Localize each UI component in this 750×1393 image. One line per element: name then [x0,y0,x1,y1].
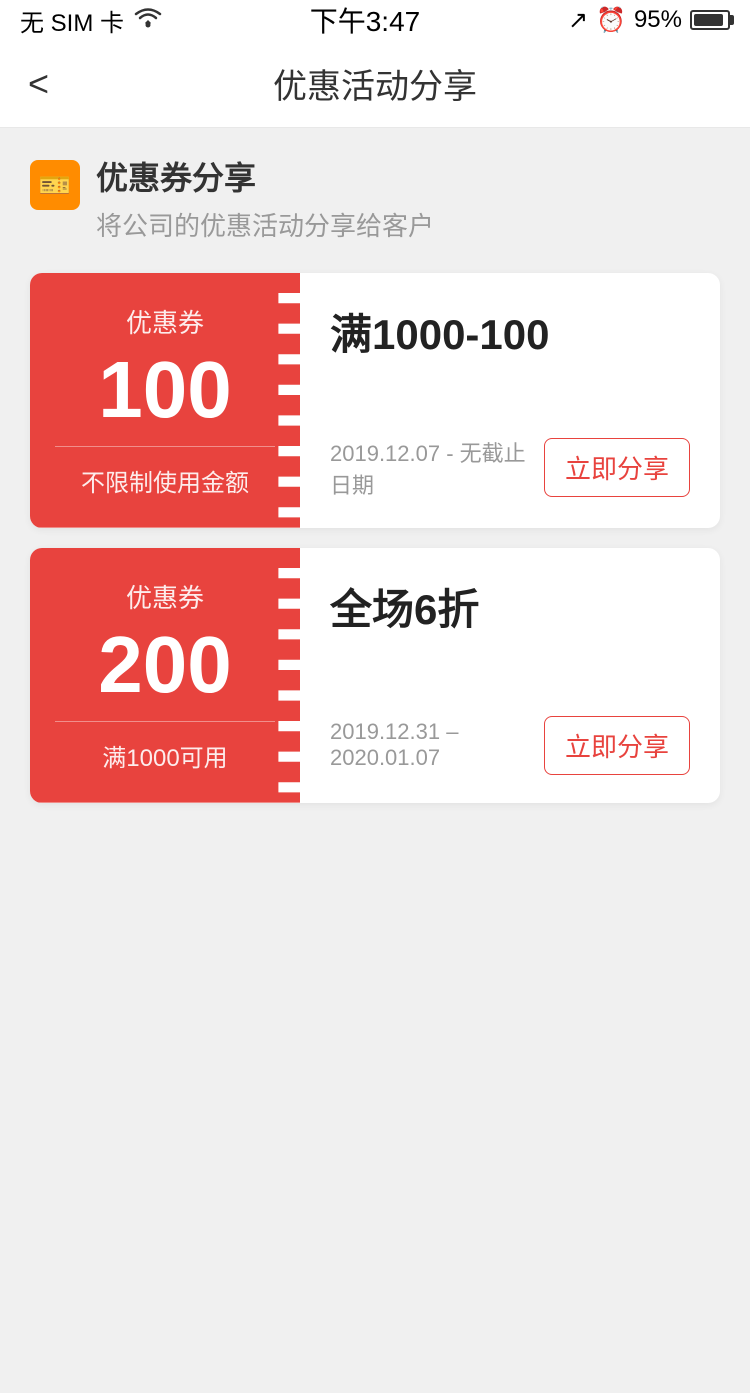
section-subtitle: 将公司的优惠活动分享给客户 [96,206,434,243]
coupon-amount-2: 200 [98,625,231,705]
section-icon: 🎫 [30,160,80,210]
coupon-left-2: 优惠券 200 满1000可用 [30,548,300,803]
status-bar-right: ↗ ⏰ 95% [568,6,730,35]
coupon-name-2: 全场6折 [330,576,690,637]
coupon-date-2: 2019.12.31 – 2020.01.07 [330,719,534,771]
coupon-right-1: 满1000-100 2019.12.07 - 无截止日期 立即分享 [300,273,720,528]
time-label: 下午3:47 [310,0,421,40]
coupon-divider-2 [55,721,275,722]
page-title: 优惠活动分享 [273,59,477,108]
section-title: 优惠券分享 [96,158,434,200]
status-bar: 无 SIM 卡 下午3:47 ↗ ⏰ 95% [0,0,750,40]
nav-bar: < 优惠活动分享 [0,40,750,128]
empty-space [0,833,750,1393]
share-button-1[interactable]: 立即分享 [544,438,690,497]
coupon-icon: 🎫 [39,170,71,201]
coupon-bottom-1: 2019.12.07 - 无截止日期 立即分享 [330,436,690,500]
coupon-amount-1: 100 [98,350,231,430]
coupon-card-1: 优惠券 100 不限制使用金额 满1000-100 2019.12.07 - 无… [30,273,720,528]
coupon-left-1: 优惠券 100 不限制使用金额 [30,273,300,528]
coupon-name-1: 满1000-100 [330,301,690,362]
wifi-icon [134,6,162,35]
battery-icon [690,10,730,30]
back-button[interactable]: < [28,63,49,105]
coupon-condition-1: 不限制使用金额 [81,463,249,498]
coupon-tag-2: 优惠券 [126,578,204,615]
coupon-list: 优惠券 100 不限制使用金额 满1000-100 2019.12.07 - 无… [0,263,750,833]
section-header: 🎫 优惠券分享 将公司的优惠活动分享给客户 [0,128,750,263]
status-bar-left: 无 SIM 卡 [20,3,162,38]
alarm-icon: ⏰ [596,6,626,35]
location-icon: ↗ [568,6,588,35]
coupon-condition-2: 满1000可用 [102,738,227,773]
coupon-bottom-2: 2019.12.31 – 2020.01.07 立即分享 [330,716,690,775]
carrier-label: 无 SIM 卡 [20,3,124,38]
battery-percent: 95% [634,6,682,34]
share-button-2[interactable]: 立即分享 [544,716,690,775]
coupon-tag-1: 优惠券 [126,303,204,340]
coupon-date-1: 2019.12.07 - 无截止日期 [330,436,534,500]
coupon-divider-1 [55,446,275,447]
coupon-right-2: 全场6折 2019.12.31 – 2020.01.07 立即分享 [300,548,720,803]
coupon-card-2: 优惠券 200 满1000可用 全场6折 2019.12.31 – 2020.0… [30,548,720,803]
section-text: 优惠券分享 将公司的优惠活动分享给客户 [96,158,434,243]
